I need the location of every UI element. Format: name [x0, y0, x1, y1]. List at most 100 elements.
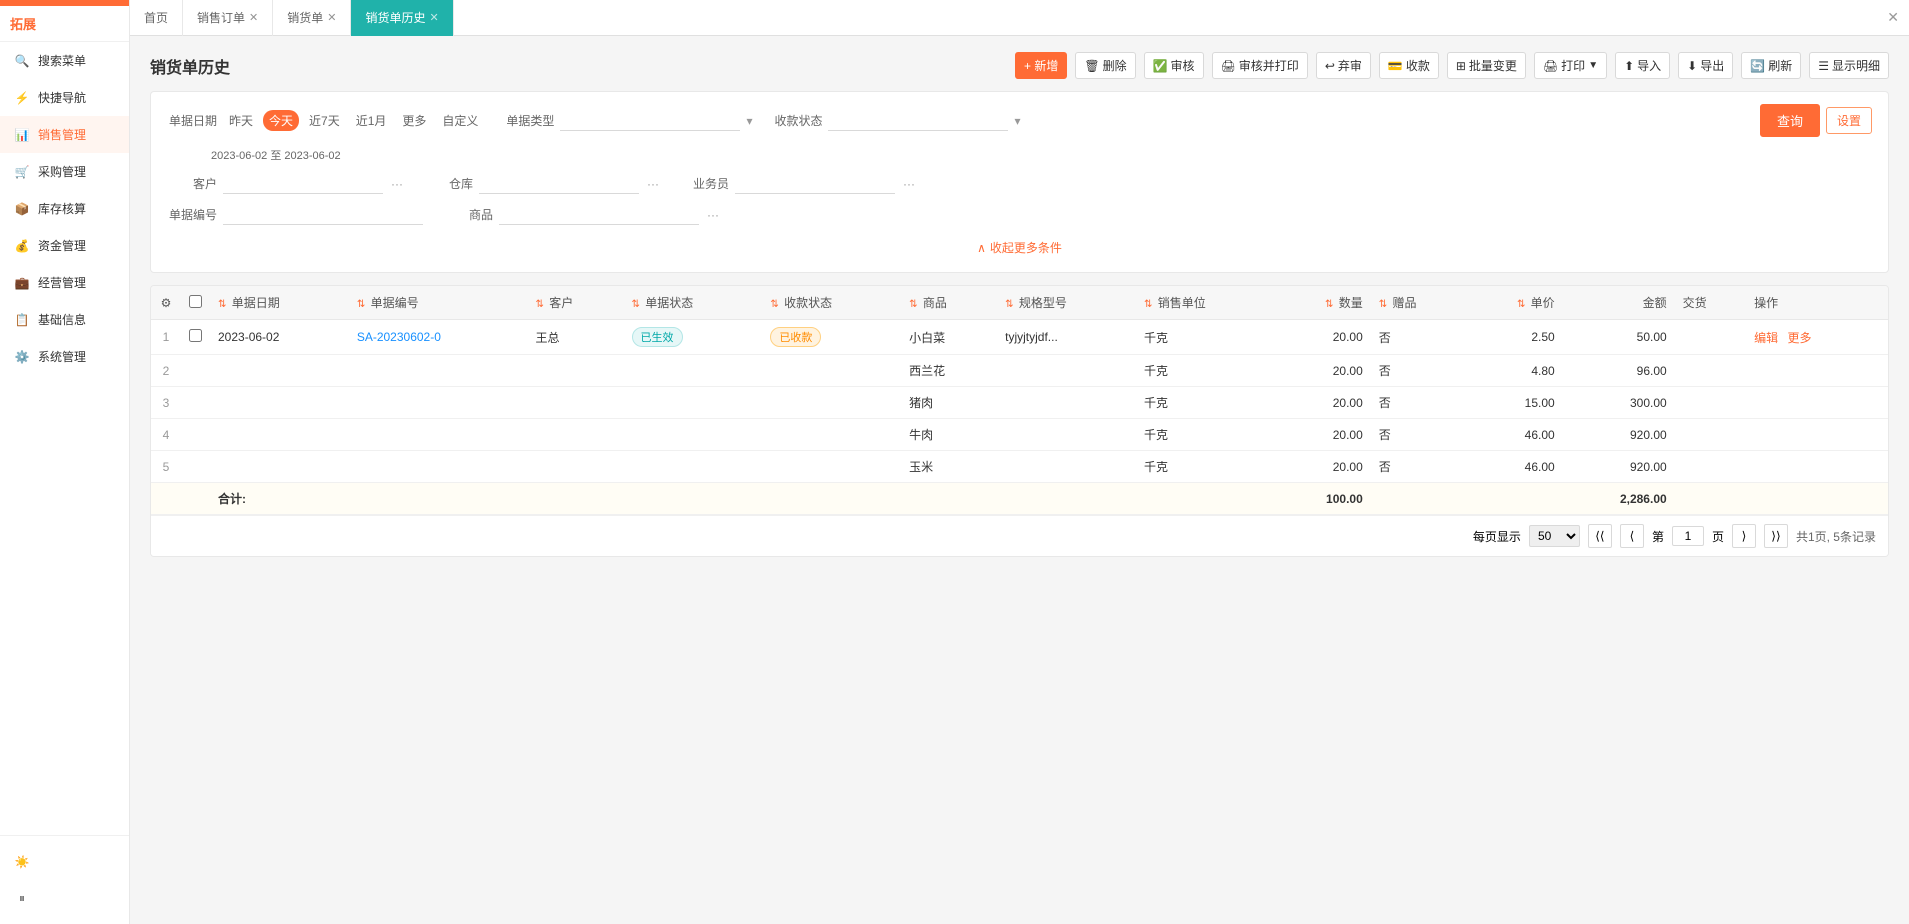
row-spec-4	[997, 419, 1136, 451]
import-button[interactable]: ⬆ 导入	[1615, 52, 1670, 79]
row-price-1: 2.50	[1467, 320, 1563, 355]
sidebar-item-inventory[interactable]: 📦 库存核算	[0, 190, 129, 227]
row-amount-3: 300.00	[1563, 387, 1675, 419]
warehouse-input[interactable]	[479, 173, 639, 194]
delete-button[interactable]: 🗑 删除	[1075, 52, 1135, 79]
collect-button[interactable]: 💳 收款	[1379, 52, 1439, 79]
briefcase-icon: 💼	[14, 275, 30, 291]
sort-icon-gift: ⇅	[1379, 299, 1387, 310]
sidebar-item-purchase-mgmt[interactable]: 🛒 采购管理	[0, 153, 129, 190]
export-button[interactable]: ⬇ 导出	[1678, 52, 1733, 79]
th-payment-status[interactable]: ⇅ 收款状态	[762, 286, 901, 320]
batch-change-button[interactable]: ⊞ 批量变更	[1447, 52, 1526, 79]
th-spec[interactable]: ⇅ 规格型号	[997, 286, 1136, 320]
warehouse-dots-icon[interactable]: ···	[647, 177, 659, 191]
th-qty[interactable]: ⇅ 数量	[1275, 286, 1371, 320]
th-price[interactable]: ⇅ 单价	[1467, 286, 1563, 320]
tab-sales-history[interactable]: 销货单历史 ✕	[351, 0, 453, 36]
sidebar-item-basic-info[interactable]: 📋 基础信息	[0, 301, 129, 338]
sidebar-item-sys-mgmt[interactable]: ⚙️ 系统管理	[0, 338, 129, 375]
th-gift[interactable]: ⇅ 赠品	[1371, 286, 1467, 320]
date-tag-custom[interactable]: 自定义	[436, 110, 484, 131]
print-button[interactable]: 🖨 打印 ▼	[1534, 52, 1607, 79]
row-customer-2	[528, 355, 624, 387]
sidebar-item-pause[interactable]: ⏸	[0, 880, 129, 916]
filter-doc-num: 单据编号	[167, 204, 423, 225]
page-prev-btn[interactable]: ⟨	[1620, 524, 1644, 548]
date-tag-today[interactable]: 今天	[263, 110, 299, 131]
tab-sales-order-close[interactable]: ✕	[249, 11, 258, 24]
chart-icon: 📊	[14, 127, 30, 143]
window-close-btn[interactable]: ✕	[1887, 9, 1899, 26]
show-detail-button[interactable]: ☰ 显示明细	[1809, 52, 1889, 79]
staff-dots-icon[interactable]: ···	[903, 177, 915, 191]
sidebar-item-sun[interactable]: ☀️	[0, 844, 129, 880]
setting-button[interactable]: 设置	[1826, 107, 1872, 134]
date-tag-more[interactable]: 更多	[396, 110, 432, 131]
row-transaction-4	[1675, 419, 1746, 451]
payment-status-dropdown-icon: ▾	[1014, 114, 1020, 128]
staff-input[interactable]	[735, 173, 895, 194]
date-tag-yesterday[interactable]: 昨天	[223, 110, 259, 131]
bag-icon: 🛒	[14, 164, 30, 180]
query-button[interactable]: 查询	[1760, 104, 1820, 137]
sidebar-item-label: 快捷导航	[38, 89, 86, 106]
customer-dots-icon[interactable]: ···	[391, 177, 403, 191]
product-input[interactable]	[499, 204, 699, 225]
th-gear[interactable]: ⚙	[151, 286, 181, 320]
abandon-button[interactable]: ↩ 弃审	[1316, 52, 1371, 79]
row-action-5	[1746, 451, 1888, 483]
tab-home[interactable]: 首页	[130, 0, 183, 36]
doc-num-input[interactable]	[223, 204, 423, 225]
action-edit-1[interactable]: 编辑	[1754, 331, 1778, 345]
th-doc-status[interactable]: ⇅ 单据状态	[624, 286, 763, 320]
action-more-1[interactable]: 更多	[1787, 331, 1811, 345]
page-first-btn[interactable]: ⟨⟨	[1588, 524, 1612, 548]
date-tag-7days[interactable]: 近7天	[303, 110, 346, 131]
sort-icon-unit: ⇅	[1144, 299, 1152, 310]
sidebar-item-finance[interactable]: 💰 资金管理	[0, 227, 129, 264]
audit-print-button[interactable]: 🖨 审核并打印	[1212, 52, 1308, 79]
page-next-btn[interactable]: ⟩	[1732, 524, 1756, 548]
th-product[interactable]: ⇅ 商品	[901, 286, 997, 320]
th-unit[interactable]: ⇅ 销售单位	[1136, 286, 1275, 320]
th-customer[interactable]: ⇅ 客户	[528, 286, 624, 320]
page-size-select[interactable]: 50 100 200	[1529, 525, 1580, 547]
sidebar-item-label: 资金管理	[38, 237, 86, 254]
th-date[interactable]: ⇅ 单据日期	[210, 286, 349, 320]
refresh-button[interactable]: 🔄 刷新	[1741, 52, 1801, 79]
customer-input[interactable]	[223, 173, 383, 194]
sidebar-item-operation[interactable]: 💼 经营管理	[0, 264, 129, 301]
new-button[interactable]: + 新增	[1015, 52, 1067, 79]
doc-num-link-1[interactable]: SA-20230602-0	[357, 330, 441, 344]
pause-icon: ⏸	[14, 890, 30, 906]
row-1-checkbox[interactable]	[189, 329, 202, 342]
row-docstatus-4	[624, 419, 763, 451]
select-all-checkbox[interactable]	[189, 295, 202, 308]
row-docnum-1[interactable]: SA-20230602-0	[349, 320, 528, 355]
sidebar-item-label: 采购管理	[38, 163, 86, 180]
sidebar-item-search-menu[interactable]: 🔍 搜索菜单	[0, 42, 129, 79]
collapse-chevron-icon: ∧	[977, 241, 986, 255]
tab-sales-history-label: 销货单历史	[365, 9, 425, 26]
sidebar-item-quick-nav[interactable]: ⚡ 快捷导航	[0, 79, 129, 116]
doc-type-input[interactable]	[560, 110, 740, 131]
table-scroll: ⚙ ⇅ 单据日期 ⇅ 单据编号	[151, 286, 1888, 515]
product-dots-icon[interactable]: ···	[707, 208, 719, 222]
date-tag-1month[interactable]: 近1月	[350, 110, 393, 131]
collapse-button[interactable]: ∧ 收起更多条件	[167, 235, 1872, 260]
tab-sales-delivery-close[interactable]: ✕	[327, 11, 336, 24]
audit-button[interactable]: ✅ 审核	[1144, 52, 1204, 79]
row-product-1: 小白菜	[901, 320, 997, 355]
row-action-4	[1746, 419, 1888, 451]
tab-sales-order[interactable]: 销售订单 ✕	[183, 0, 273, 36]
sidebar-item-sales-mgmt[interactable]: 📊 销售管理	[0, 116, 129, 153]
th-doc-num[interactable]: ⇅ 单据编号	[349, 286, 528, 320]
row-checkbox-4	[181, 419, 210, 451]
page-last-btn[interactable]: ⟩⟩	[1764, 524, 1788, 548]
tab-sales-delivery[interactable]: 销货单 ✕	[273, 0, 351, 36]
tab-sales-history-close[interactable]: ✕	[430, 11, 439, 24]
row-amount-1: 50.00	[1563, 320, 1675, 355]
payment-status-input[interactable]	[828, 110, 1008, 131]
page-number-input[interactable]	[1672, 526, 1704, 546]
